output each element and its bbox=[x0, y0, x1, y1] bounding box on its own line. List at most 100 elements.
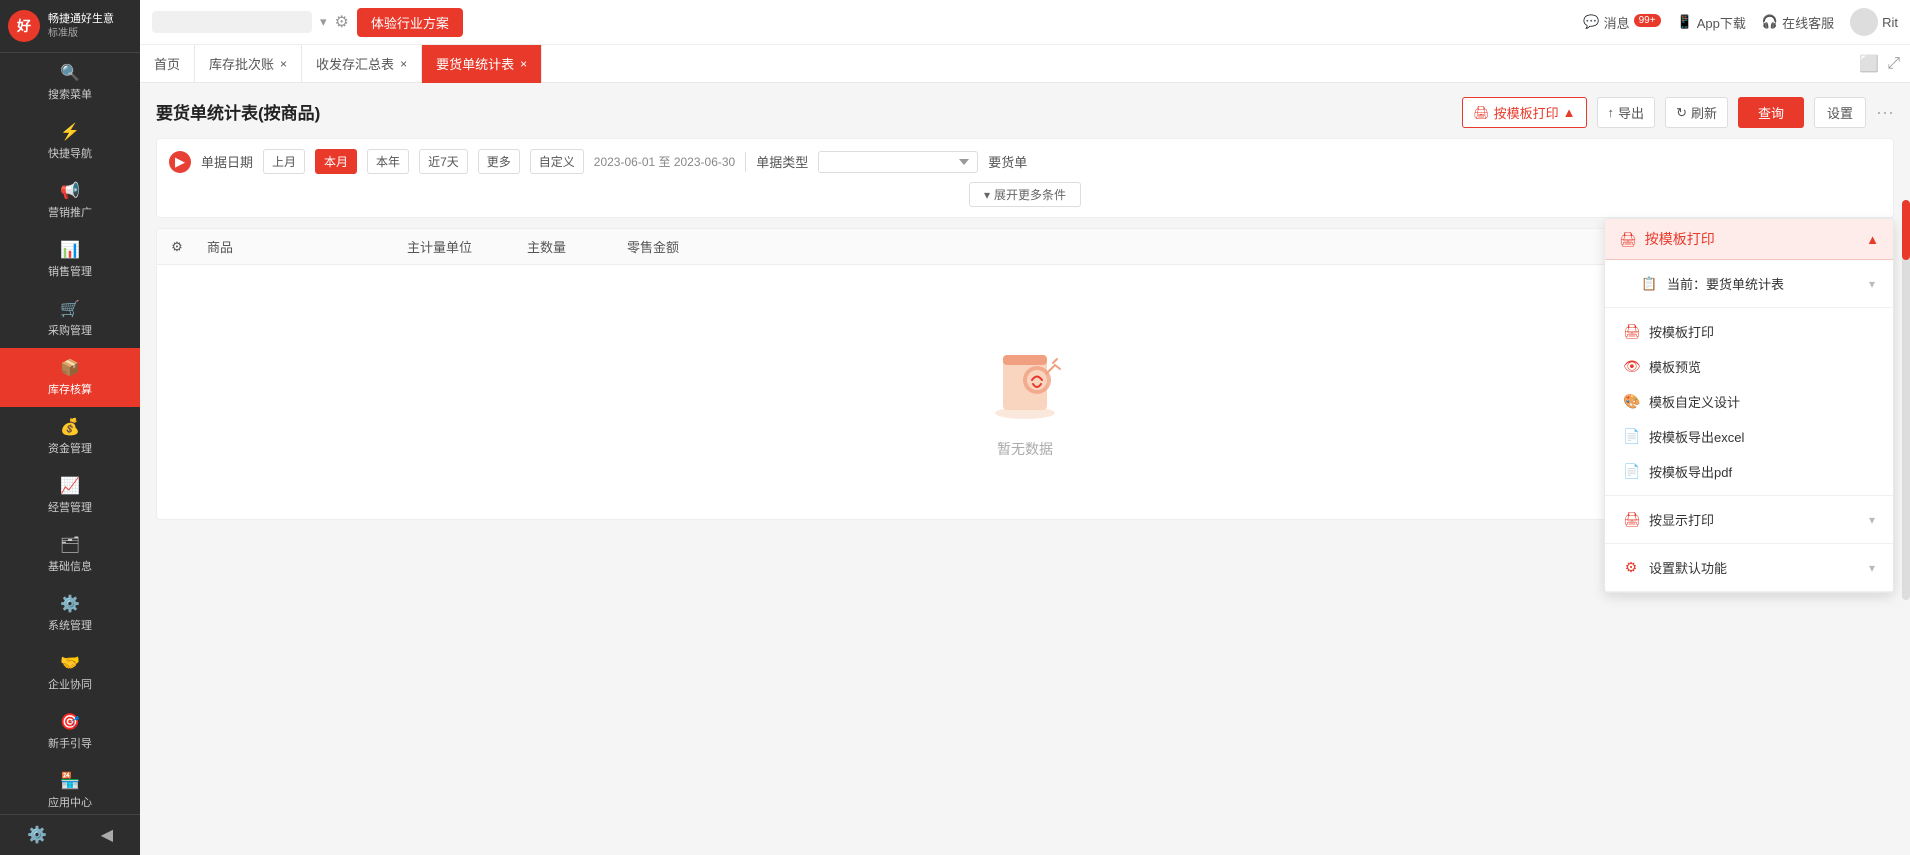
date-range-text: 2023-06-01 至 2023-06-30 bbox=[594, 153, 735, 170]
yaohuo-type-label: 要货单 bbox=[988, 152, 1027, 171]
th-unit: 主计量单位 bbox=[397, 237, 517, 256]
date-more-btn[interactable]: 更多 bbox=[478, 149, 520, 174]
tab-fullscreen-icon[interactable]: ⤢ bbox=[1887, 55, 1900, 73]
logo-icon: 好 bbox=[8, 10, 40, 42]
dropdown-template-preview[interactable]: 👁 模板预览 bbox=[1605, 349, 1893, 384]
appstore-icon: 🏪 bbox=[60, 771, 80, 791]
dropdown-display-print[interactable]: 🖨 按显示打印 ▾ bbox=[1605, 502, 1893, 537]
date-current-month-btn[interactable]: 本月 bbox=[315, 149, 357, 174]
table-settings-icon[interactable]: ⚙ bbox=[171, 239, 183, 255]
tab-maximize-icon[interactable]: ⬜ bbox=[1859, 54, 1879, 74]
sidebar-item-inventory[interactable]: 📦 库存核算 bbox=[0, 348, 140, 407]
refresh-icon: ↻ bbox=[1676, 105, 1687, 121]
tab-order-stats[interactable]: 要货单统计表 × bbox=[422, 45, 542, 83]
avatar bbox=[1850, 8, 1878, 36]
tab-receipt-summary[interactable]: 收发存汇总表 × bbox=[302, 45, 422, 83]
date-custom-btn[interactable]: 自定义 bbox=[530, 149, 584, 174]
sidebar-item-purchase[interactable]: 🛒 采购管理 bbox=[0, 289, 140, 348]
tab-home[interactable]: 首页 bbox=[140, 45, 195, 83]
tab-batch-ledger[interactable]: 库存批次账 × bbox=[195, 45, 302, 83]
current-template-icon: 📋 bbox=[1641, 276, 1657, 292]
sidebar-item-quick-nav[interactable]: ⚡ 快捷导航 bbox=[0, 112, 140, 171]
settings-button[interactable]: 设置 bbox=[1814, 97, 1866, 128]
filter-divider bbox=[745, 152, 746, 172]
chevron-down-icon: ▾ bbox=[320, 14, 327, 30]
collapse-footer-btn[interactable]: ◀ bbox=[101, 825, 113, 845]
sidebar-item-search-menu[interactable]: 🔍 搜索菜单 bbox=[0, 53, 140, 112]
dropdown-header: 🖨 按模板打印 ▲ bbox=[1605, 219, 1893, 260]
message-icon: 💬 bbox=[1583, 14, 1599, 30]
date-current-year-btn[interactable]: 本年 bbox=[367, 149, 409, 174]
dropdown-collapse-icon[interactable]: ▲ bbox=[1866, 232, 1879, 247]
current-chevron-icon: ▾ bbox=[1869, 277, 1875, 291]
user-avatar-area[interactable]: Rit bbox=[1850, 8, 1898, 36]
collab-icon: 🤝 bbox=[60, 653, 80, 673]
sidebar-scroll: 🔍 搜索菜单 ⚡ 快捷导航 📢 营销推广 📊 销售管理 🛒 采购管理 📦 库存核… bbox=[0, 53, 140, 814]
order-type-select[interactable]: 要货单 bbox=[818, 151, 978, 173]
page-actions: 🖨 按模板打印 ▲ ↑ 导出 ↻ 刷新 查询 设置 ··· bbox=[1462, 97, 1894, 128]
messages-button[interactable]: 💬 消息 99+ bbox=[1583, 13, 1660, 32]
th-settings[interactable]: ⚙ bbox=[157, 237, 197, 256]
display-print-icon: 🖨 bbox=[1623, 511, 1639, 528]
template-preview-icon: 👁 bbox=[1623, 358, 1639, 375]
dropdown-template-design[interactable]: 🎨 模板自定义设计 bbox=[1605, 384, 1893, 419]
dropdown-current-item[interactable]: 📋 当前：要货单统计表 ▾ bbox=[1605, 266, 1893, 301]
sidebar-item-sales[interactable]: 📊 销售管理 bbox=[0, 230, 140, 289]
topbar-gear-icon[interactable]: ⚙ bbox=[335, 12, 349, 32]
export-button[interactable]: ↑ 导出 bbox=[1597, 97, 1656, 128]
tab-close-batch-ledger[interactable]: × bbox=[280, 57, 287, 71]
right-scrollbar[interactable] bbox=[1902, 200, 1910, 600]
sidebar-footer: ⚙️ ◀ bbox=[0, 814, 140, 855]
sidebar-item-marketing[interactable]: 📢 营销推广 bbox=[0, 171, 140, 230]
dropdown-print-icon: 🖨 bbox=[1619, 231, 1637, 248]
system-icon: ⚙️ bbox=[60, 594, 80, 614]
search-input[interactable] bbox=[152, 11, 312, 33]
template-export-pdf-icon: 📄 bbox=[1623, 463, 1639, 480]
date-7days-btn[interactable]: 近7天 bbox=[419, 149, 468, 174]
sidebar-item-appstore[interactable]: 🏪 应用中心 bbox=[0, 761, 140, 814]
sales-icon: 📊 bbox=[60, 240, 80, 260]
dropdown-current-section: 📋 当前：要货单统计表 ▾ bbox=[1605, 260, 1893, 308]
print-icon: 🖨 bbox=[1473, 105, 1490, 121]
sidebar-item-guide[interactable]: 🎯 新手引导 bbox=[0, 702, 140, 761]
quick-nav-icon: ⚡ bbox=[60, 122, 80, 142]
topbar-right: 💬 消息 99+ 📱 App下载 🎧 在线客服 Rit bbox=[1583, 8, 1898, 36]
refresh-button[interactable]: ↻ 刷新 bbox=[1665, 97, 1728, 128]
tab-close-order-stats[interactable]: × bbox=[520, 57, 527, 71]
print-template-button[interactable]: 🖨 按模板打印 ▲ bbox=[1462, 97, 1586, 128]
sidebar-item-finance[interactable]: 💰 资金管理 bbox=[0, 407, 140, 466]
app-download-button[interactable]: 📱 App下载 bbox=[1677, 13, 1746, 32]
settings-footer-btn[interactable]: ⚙️ bbox=[27, 825, 47, 845]
online-service-button[interactable]: 🎧 在线客服 bbox=[1762, 13, 1834, 32]
query-button[interactable]: 查询 bbox=[1738, 97, 1804, 128]
th-retail-amount: 零售金额 bbox=[617, 237, 737, 256]
sidebar-item-collab[interactable]: 🤝 企业协同 bbox=[0, 643, 140, 702]
trial-button[interactable]: 体验行业方案 bbox=[357, 8, 463, 37]
dropdown-default-function[interactable]: ⚙ 设置默认功能 ▾ bbox=[1605, 550, 1893, 585]
date-prev-month-btn[interactable]: 上月 bbox=[263, 149, 305, 174]
dropdown-template-print[interactable]: 🖨 按模板打印 bbox=[1605, 314, 1893, 349]
main-content: ▾ ⚙ 体验行业方案 💬 消息 99+ 📱 App下载 🎧 在线客服 Rit bbox=[140, 0, 1910, 855]
guide-icon: 🎯 bbox=[60, 712, 80, 732]
empty-text: 暂无数据 bbox=[997, 439, 1053, 459]
export-icon: ↑ bbox=[1608, 105, 1615, 120]
filter-row: ▶ 单据日期 上月 本月 本年 近7天 更多 自定义 2023-06-01 至 … bbox=[169, 149, 1881, 174]
sidebar-item-operation[interactable]: 📈 经营管理 bbox=[0, 466, 140, 525]
th-product: 商品 bbox=[197, 237, 397, 256]
finance-icon: 💰 bbox=[60, 417, 80, 437]
sidebar-item-basic[interactable]: 🗂 基础信息 bbox=[0, 525, 140, 584]
dropdown-template-export-pdf[interactable]: 📄 按模板导出pdf bbox=[1605, 454, 1893, 489]
more-options-icon[interactable]: ··· bbox=[1876, 102, 1894, 123]
sidebar-logo: 好 畅捷通好生意 标准版 bbox=[0, 0, 140, 53]
dropdown-default-function-section: ⚙ 设置默认功能 ▾ bbox=[1605, 544, 1893, 592]
app-download-icon: 📱 bbox=[1677, 14, 1693, 30]
tabs-bar: 首页 库存批次账 × 收发存汇总表 × 要货单统计表 × ⬜ ⤢ bbox=[140, 45, 1910, 83]
sidebar-item-system[interactable]: ⚙️ 系统管理 bbox=[0, 584, 140, 643]
dropdown-header-controls: ▲ bbox=[1866, 232, 1879, 247]
th-quantity: 主数量 bbox=[517, 237, 617, 256]
inventory-icon: 📦 bbox=[60, 358, 80, 378]
dropdown-template-export-excel[interactable]: 📄 按模板导出excel bbox=[1605, 419, 1893, 454]
filter-expand-button[interactable]: ▶ bbox=[169, 151, 191, 173]
tab-close-receipt-summary[interactable]: × bbox=[400, 57, 407, 71]
expand-more-button[interactable]: ▾ 展开更多条件 bbox=[969, 182, 1081, 207]
